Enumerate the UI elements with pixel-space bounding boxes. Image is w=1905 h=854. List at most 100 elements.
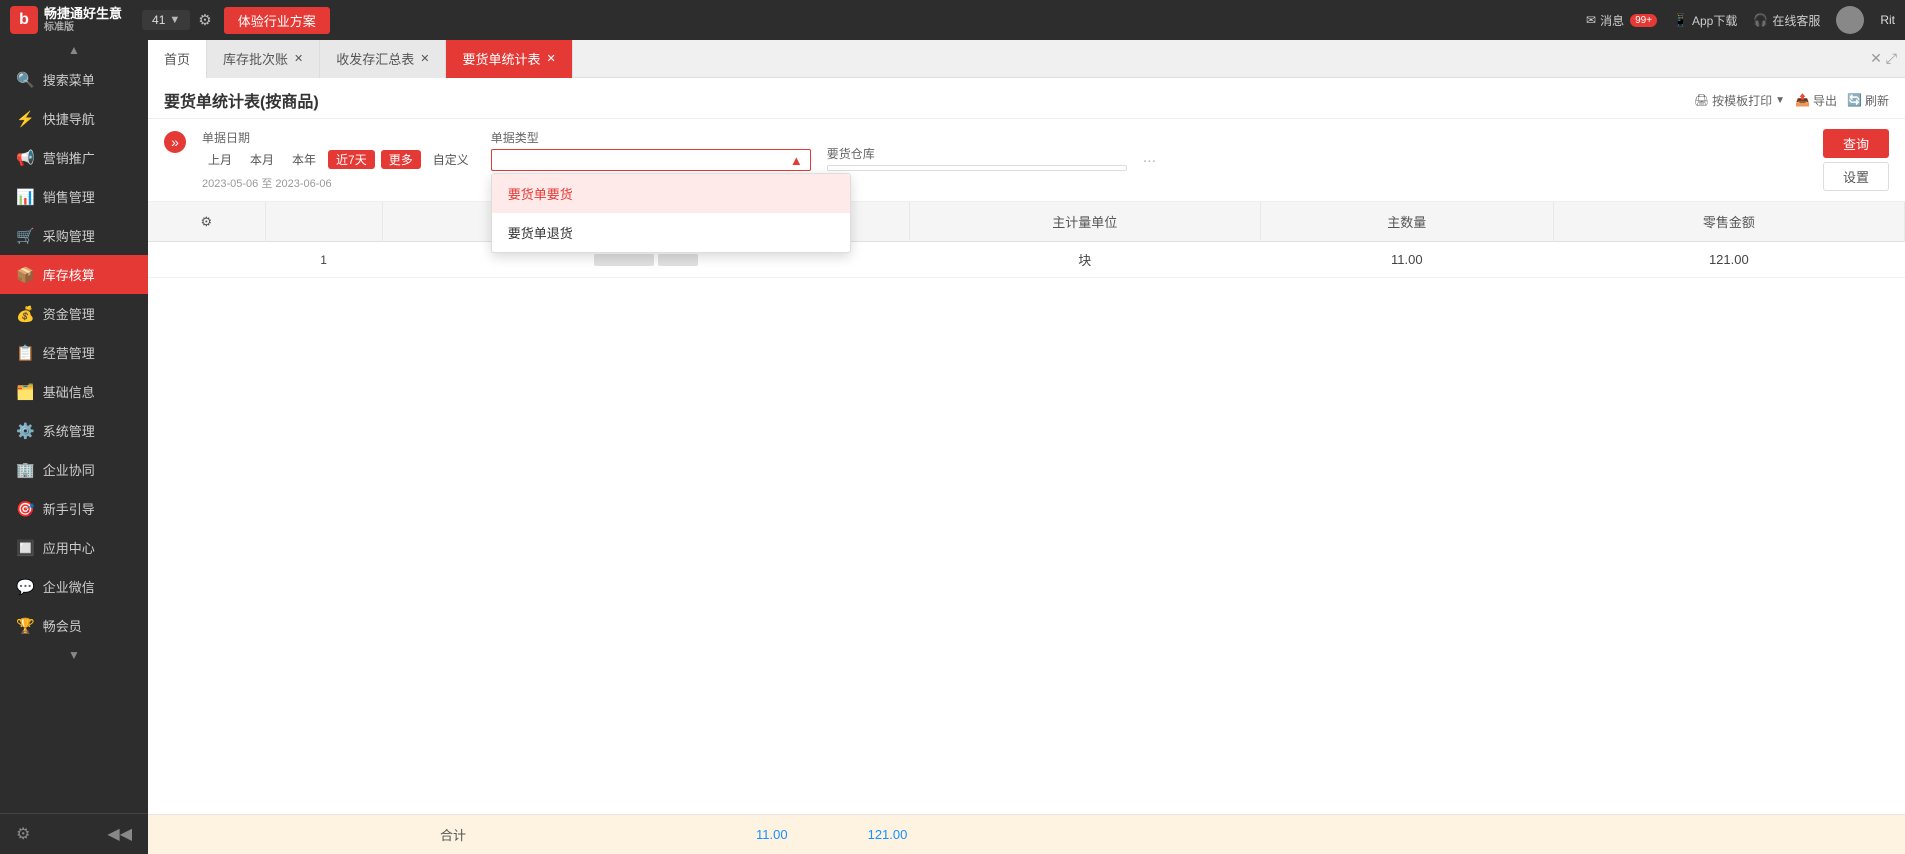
purchase-icon: 🛒 bbox=[16, 227, 35, 245]
logo-icon: b bbox=[10, 6, 38, 34]
sidebar-bottom: ⚙ ◀◀ bbox=[0, 813, 148, 854]
sidebar-item-operations[interactable]: 📋 经营管理 bbox=[0, 333, 148, 372]
tab-inventory-batch[interactable]: 库存批次账 ✕ bbox=[207, 40, 320, 78]
data-table: ⚙ 商品 主计量单位 主数量 零售金额 1 bbox=[148, 202, 1905, 278]
date-curr-year-btn[interactable]: 本年 bbox=[286, 149, 322, 170]
sidebar-item-sales[interactable]: 📊 销售管理 bbox=[0, 177, 148, 216]
type-select-wrapper: ▲ bbox=[491, 149, 811, 171]
header-settings-icon[interactable]: ⚙ bbox=[198, 11, 211, 29]
date-filter-label: 单据日期 bbox=[202, 129, 475, 146]
sidebar-item-appstore[interactable]: 🔲 应用中心 bbox=[0, 528, 148, 567]
sidebar-item-vip[interactable]: 🏆 畅会员 bbox=[0, 606, 148, 645]
warehouse-input-wrapper[interactable] bbox=[827, 165, 1127, 171]
messages-button[interactable]: ✉ 消息 99+ bbox=[1586, 12, 1657, 29]
sidebar-label-appstore: 应用中心 bbox=[43, 538, 95, 557]
product-name bbox=[394, 254, 897, 266]
store-dropdown-icon[interactable]: ▼ bbox=[169, 14, 180, 26]
query-button[interactable]: 查询 bbox=[1823, 129, 1889, 158]
table-section: ⚙ 商品 主计量单位 主数量 零售金额 1 bbox=[148, 202, 1905, 278]
store-selector[interactable]: 41 ▼ bbox=[142, 10, 190, 30]
filter-expand-button[interactable]: » bbox=[164, 131, 186, 153]
print-template-label: 按模板打印 bbox=[1712, 92, 1772, 109]
warehouse-filter-group: 要货仓库 bbox=[827, 145, 1127, 171]
type-dropdown: 要货单要货 要货单退货 bbox=[491, 173, 851, 253]
sidebar-item-purchase[interactable]: 🛒 采购管理 bbox=[0, 216, 148, 255]
row-amount-cell[interactable]: 121.00 bbox=[1553, 242, 1904, 278]
tab-receivable-close[interactable]: ✕ bbox=[420, 52, 429, 65]
sales-icon: 📊 bbox=[16, 188, 35, 206]
more-filters-icon[interactable]: ... bbox=[1143, 149, 1156, 167]
col-settings[interactable]: ⚙ bbox=[148, 202, 265, 242]
sidebar-item-guide[interactable]: 🎯 新手引导 bbox=[0, 489, 148, 528]
row-qty-cell[interactable]: 11.00 bbox=[1260, 242, 1553, 278]
sidebar-scroll-down[interactable]: ▼ bbox=[0, 645, 148, 665]
export-label: 导出 bbox=[1813, 92, 1837, 109]
tab-receivable-summary-label: 收发存汇总表 bbox=[336, 49, 414, 68]
header-right: ✉ 消息 99+ 📱 App下载 🎧 在线客服 Rit bbox=[1586, 6, 1895, 34]
sidebar-item-base[interactable]: 🗂️ 基础信息 bbox=[0, 372, 148, 411]
trial-button[interactable]: 体验行业方案 bbox=[224, 7, 330, 34]
refresh-icon: 🔄 bbox=[1847, 93, 1862, 107]
sidebar-item-finance[interactable]: 💰 资金管理 bbox=[0, 294, 148, 333]
print-template-button[interactable]: 🖨 按模板打印 ▼ bbox=[1694, 92, 1785, 109]
sidebar-settings-icon[interactable]: ⚙ bbox=[16, 824, 30, 844]
date-more-label[interactable]: 更多 bbox=[381, 150, 421, 169]
date-recent7-btn[interactable]: 近7天 bbox=[328, 150, 375, 169]
date-curr-month-btn[interactable]: 本月 bbox=[244, 149, 280, 170]
tab-close-all-icon[interactable]: ✕ bbox=[1870, 50, 1882, 67]
sidebar-item-marketing[interactable]: 📢 营销推广 bbox=[0, 138, 148, 177]
sidebar-item-enterprise[interactable]: 🏢 企业协同 bbox=[0, 450, 148, 489]
sidebar-item-inventory[interactable]: 📦 库存核算 bbox=[0, 255, 148, 294]
top-header: b 畅捷通好生意 标准版 41 ▼ ⚙ 体验行业方案 ✉ 消息 99+ 📱 Ap… bbox=[0, 0, 1905, 40]
refresh-button[interactable]: 🔄 刷新 bbox=[1847, 92, 1889, 109]
type-caret-icon[interactable]: ▲ bbox=[790, 153, 803, 168]
online-support-button[interactable]: 🎧 在线客服 bbox=[1753, 12, 1820, 29]
sidebar-label-finance: 资金管理 bbox=[43, 304, 95, 323]
tab-home-label: 首页 bbox=[164, 49, 190, 68]
sidebar-label-purchase: 采购管理 bbox=[43, 226, 95, 245]
sidebar-label-operations: 经营管理 bbox=[43, 343, 95, 362]
filter-settings-button[interactable]: 设置 bbox=[1823, 162, 1889, 191]
user-avatar[interactable] bbox=[1836, 6, 1864, 34]
marketing-icon: 📢 bbox=[16, 149, 35, 167]
logo-text: 畅捷通好生意 标准版 bbox=[44, 6, 122, 34]
inventory-icon: 📦 bbox=[16, 266, 35, 284]
sidebar-scroll-up[interactable]: ▲ bbox=[0, 40, 148, 60]
dropdown-item-order[interactable]: 要货单要货 bbox=[492, 174, 850, 213]
messages-badge: 99+ bbox=[1630, 14, 1657, 27]
table-header-row: ⚙ 商品 主计量单位 主数量 零售金额 bbox=[148, 202, 1905, 242]
table-row: 1 块 11.00 121.00 bbox=[148, 242, 1905, 278]
sidebar-collapse-icon[interactable]: ◀◀ bbox=[107, 824, 132, 844]
tab-expand-icon[interactable]: ⤢ bbox=[1886, 50, 1897, 67]
table-head: ⚙ 商品 主计量单位 主数量 零售金额 bbox=[148, 202, 1905, 242]
content-area: 首页 库存批次账 ✕ 收发存汇总表 ✕ 要货单统计表 ✕ ✕ ⤢ 要货 bbox=[148, 40, 1905, 854]
sidebar-item-system[interactable]: ⚙️ 系统管理 bbox=[0, 411, 148, 450]
col-num bbox=[265, 202, 382, 242]
row-settings-cell bbox=[148, 242, 265, 278]
export-button[interactable]: 📤 导出 bbox=[1795, 92, 1837, 109]
date-prev-month-btn[interactable]: 上月 bbox=[202, 149, 238, 170]
app-download-button[interactable]: 📱 App下载 bbox=[1673, 12, 1737, 29]
tab-order-close[interactable]: ✕ bbox=[547, 52, 556, 65]
tab-order-summary[interactable]: 要货单统计表 ✕ bbox=[446, 40, 572, 78]
print-dropdown-icon[interactable]: ▼ bbox=[1775, 95, 1785, 106]
table-settings-icon[interactable]: ⚙ bbox=[200, 214, 212, 229]
tab-inventory-batch-close[interactable]: ✕ bbox=[294, 52, 303, 65]
sidebar-item-search[interactable]: 🔍 搜索菜单 bbox=[0, 60, 148, 99]
tab-home[interactable]: 首页 bbox=[148, 40, 207, 78]
sidebar-item-shortcut[interactable]: ⚡ 快捷导航 bbox=[0, 99, 148, 138]
footer-amount: 121.00 bbox=[868, 827, 908, 842]
dropdown-item-return[interactable]: 要货单退货 bbox=[492, 213, 850, 252]
sidebar-label-system: 系统管理 bbox=[43, 421, 95, 440]
sidebar-label-inventory: 库存核算 bbox=[43, 265, 95, 284]
refresh-label: 刷新 bbox=[1865, 92, 1889, 109]
logo: b 畅捷通好生意 标准版 bbox=[10, 6, 122, 34]
support-icon: 🎧 bbox=[1753, 13, 1768, 27]
tab-receivable-summary[interactable]: 收发存汇总表 ✕ bbox=[320, 40, 446, 78]
date-custom-btn[interactable]: 自定义 bbox=[427, 149, 475, 170]
sidebar-item-wechat[interactable]: 💬 企业微信 bbox=[0, 567, 148, 606]
vip-icon: 🏆 bbox=[16, 617, 35, 635]
date-filter-buttons: 上月 本月 本年 近7天 更多 自定义 bbox=[202, 149, 475, 170]
type-filter-input[interactable] bbox=[491, 149, 811, 171]
sidebar-label-vip: 畅会员 bbox=[43, 616, 82, 635]
